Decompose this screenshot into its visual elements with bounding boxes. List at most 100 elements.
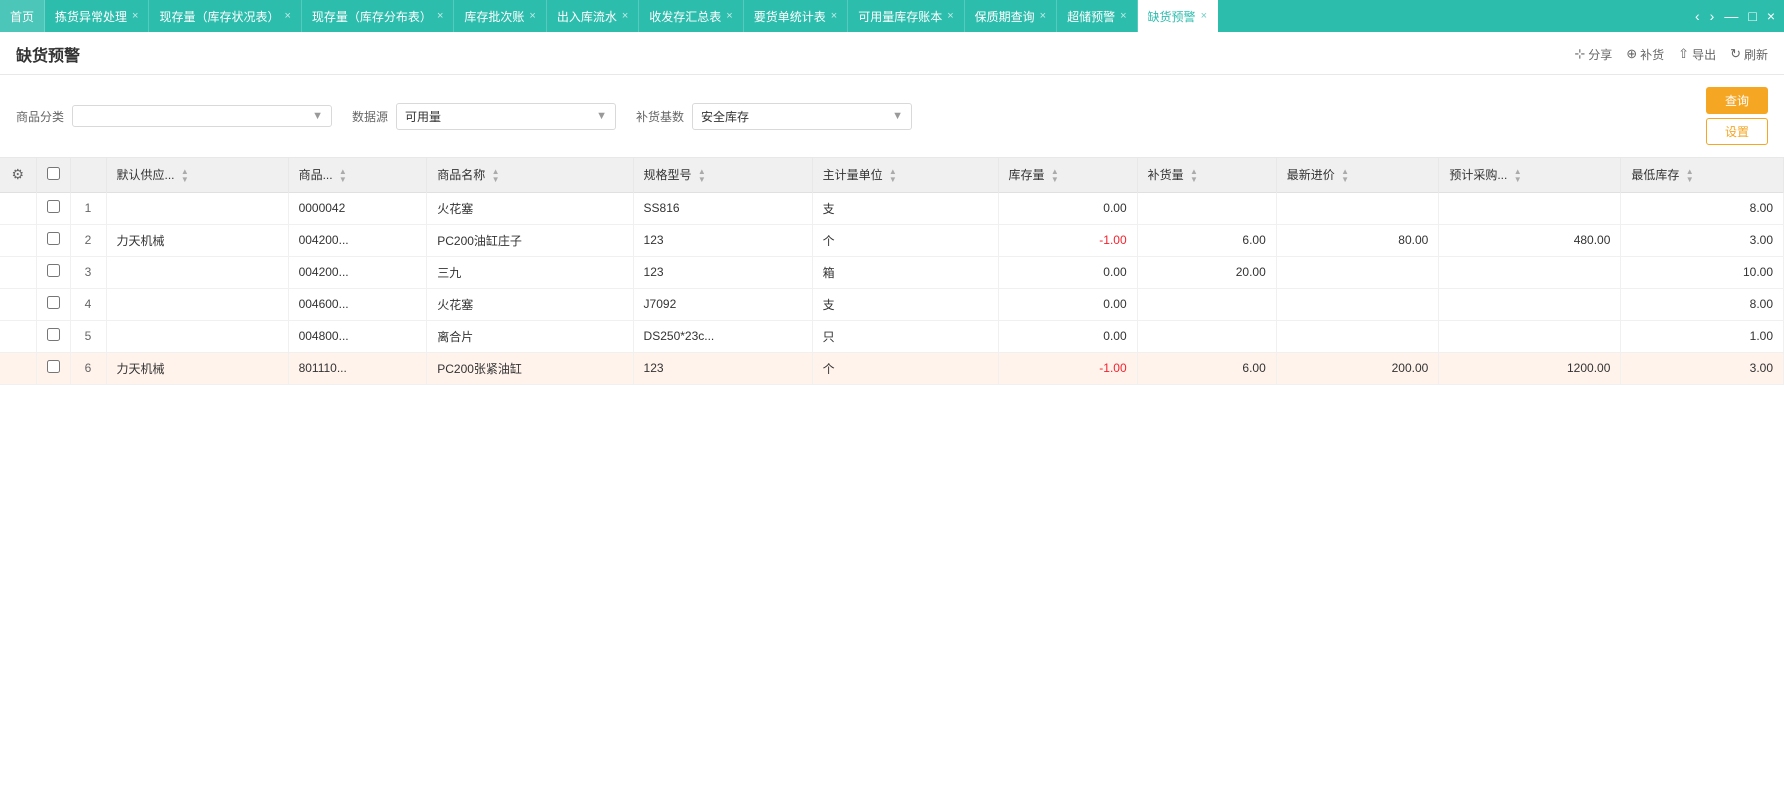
row-stock-4: 0.00 [998,288,1137,320]
page-container: 缺货预警 ⊹ 分享 ⊕ 补货 ⇧ 导出 ↻ 刷新 商品分类 [0,32,1784,796]
table-header-row: ⚙ 默认供应... ▲ ▼ 商品... [0,158,1784,192]
col-stock-header[interactable]: 库存量 ▲ ▼ [998,158,1137,192]
row-seq-5: 5 [70,320,106,352]
column-settings-icon[interactable]: ⚙ [11,166,24,182]
row-checkbox-2 [36,224,70,256]
col-supplier-header[interactable]: 默认供应... ▲ ▼ [106,158,288,192]
query-button[interactable]: 查询 [1706,87,1768,114]
row-supplier-2: 力天机械 [106,224,288,256]
row-select-3[interactable] [47,264,60,277]
row-gear-1 [0,192,36,224]
col-unit-header[interactable]: 主计量单位 ▲ ▼ [812,158,998,192]
supplier-sort-icon[interactable]: ▲ ▼ [181,168,189,184]
row-replenish-qty-2: 6.00 [1137,224,1276,256]
col-seq-header [70,158,106,192]
row-product-code-6: 801110... [288,352,427,384]
row-gear-6 [0,352,36,384]
stock-sort-icon[interactable]: ▲ ▼ [1051,168,1059,184]
col-latest-price-header[interactable]: 最新进价 ▲ ▼ [1276,158,1439,192]
datasource-select[interactable]: 可用量 ▼ [396,103,616,130]
datasource-select-value: 可用量 [405,108,588,125]
tab-close-shelf-life[interactable]: × [1040,10,1046,22]
tab-close-inout-flow[interactable]: × [622,10,628,22]
row-select-6[interactable] [47,360,60,373]
export-button[interactable]: ⇧ 导出 [1678,46,1716,63]
row-select-4[interactable] [47,296,60,309]
tab-close-all-btn[interactable]: × [1762,8,1780,24]
tab-available-ledger[interactable]: 可用量库存账本 × [848,0,964,32]
tab-overstock[interactable]: 超储预警 × [1057,0,1137,32]
col-spec-header[interactable]: 规格型号 ▲ ▼ [633,158,812,192]
product-name-sort-icon[interactable]: ▲ ▼ [492,168,500,184]
replenish-base-select[interactable]: 安全库存 ▼ [692,103,912,130]
row-latest-price-5 [1276,320,1439,352]
row-seq-4: 4 [70,288,106,320]
latest-price-sort-icon[interactable]: ▲ ▼ [1341,168,1349,184]
col-product-code-header[interactable]: 商品... ▲ ▼ [288,158,427,192]
spec-sort-icon[interactable]: ▲ ▼ [698,168,706,184]
tab-close-inventory-status[interactable]: × [284,10,290,22]
tab-home[interactable]: 首页 [0,0,45,32]
tab-close-batch-account[interactable]: × [529,10,535,22]
filter-actions: 查询 设置 [1706,87,1768,145]
unit-sort-icon[interactable]: ▲ ▼ [889,168,897,184]
share-button[interactable]: ⊹ 分享 [1574,46,1612,63]
row-select-2[interactable] [47,232,60,245]
row-spec-1: SS816 [633,192,812,224]
row-latest-price-2: 80.00 [1276,224,1439,256]
col-est-purchase-header[interactable]: 预计采购... ▲ ▼ [1439,158,1621,192]
tab-shelf-life[interactable]: 保质期查询 × [965,0,1057,32]
row-unit-5: 只 [812,320,998,352]
select-all-checkbox[interactable] [47,167,60,180]
tab-close-receive-summary[interactable]: × [726,10,732,22]
min-stock-sort-icon[interactable]: ▲ ▼ [1686,168,1694,184]
tab-close-overstock[interactable]: × [1120,10,1126,22]
refresh-button[interactable]: ↻ 刷新 [1730,46,1768,63]
row-replenish-qty-6: 6.00 [1137,352,1276,384]
tab-picking-exception[interactable]: 拣货异常处理 × [45,0,149,32]
est-purchase-sort-icon[interactable]: ▲ ▼ [1514,168,1522,184]
tab-inout-flow[interactable]: 出入库流水 × [547,0,639,32]
page-title: 缺货预警 [16,42,80,66]
tab-close-picking-exception[interactable]: × [132,10,138,22]
replenish-button[interactable]: ⊕ 补货 [1626,46,1664,63]
tab-close-available-ledger[interactable]: × [947,10,953,22]
tab-receive-summary[interactable]: 收发存汇总表 × [639,0,743,32]
tab-maximize-btn[interactable]: □ [1743,8,1761,24]
tab-inventory-distribution[interactable]: 现存量（库存分布表） × [302,0,454,32]
tab-prev-btn[interactable]: ‹ [1690,8,1705,24]
row-select-5[interactable] [47,328,60,341]
row-latest-price-1 [1276,192,1439,224]
row-product-code-1: 0000042 [288,192,427,224]
replenish-qty-sort-icon[interactable]: ▲ ▼ [1190,168,1198,184]
tab-demand-stats[interactable]: 要货单统计表 × [744,0,848,32]
filter-area: 商品分类 ▼ 数据源 可用量 ▼ 补货基数 安全库存 ▼ 查询 设置 [0,75,1784,158]
row-select-1[interactable] [47,200,60,213]
tab-minimize-btn[interactable]: — [1719,8,1743,24]
tab-shortage[interactable]: 缺货预警 × [1138,0,1218,32]
tab-close-demand-stats[interactable]: × [831,10,837,22]
col-min-stock-header[interactable]: 最低库存 ▲ ▼ [1621,158,1784,192]
table-container: ⚙ 默认供应... ▲ ▼ 商品... [0,158,1784,401]
tab-batch-account[interactable]: 库存批次账 × [454,0,546,32]
settings-button[interactable]: 设置 [1706,118,1768,145]
tab-navigation: ‹ › — □ × [1686,8,1784,24]
row-stock-2: -1.00 [998,224,1137,256]
category-dropdown-icon: ▼ [312,110,323,122]
tab-next-btn[interactable]: › [1705,8,1720,24]
row-latest-price-6: 200.00 [1276,352,1439,384]
col-product-name-header[interactable]: 商品名称 ▲ ▼ [427,158,633,192]
row-product-name-2: PC200油缸庄子 [427,224,633,256]
row-min-stock-6: 3.00 [1621,352,1784,384]
category-select[interactable]: ▼ [72,105,332,127]
tab-close-inventory-distribution[interactable]: × [437,10,443,22]
row-seq-3: 3 [70,256,106,288]
row-gear-5 [0,320,36,352]
row-unit-6: 个 [812,352,998,384]
table-row: 6 力天机械 801110... PC200张紧油缸 123 个 -1.00 6… [0,352,1784,384]
data-table: ⚙ 默认供应... ▲ ▼ 商品... [0,158,1784,385]
product-code-sort-icon[interactable]: ▲ ▼ [339,168,347,184]
tab-inventory-status[interactable]: 现存量（库存状况表） × [149,0,301,32]
col-replenish-qty-header[interactable]: 补货量 ▲ ▼ [1137,158,1276,192]
tab-close-shortage[interactable]: × [1201,10,1207,22]
